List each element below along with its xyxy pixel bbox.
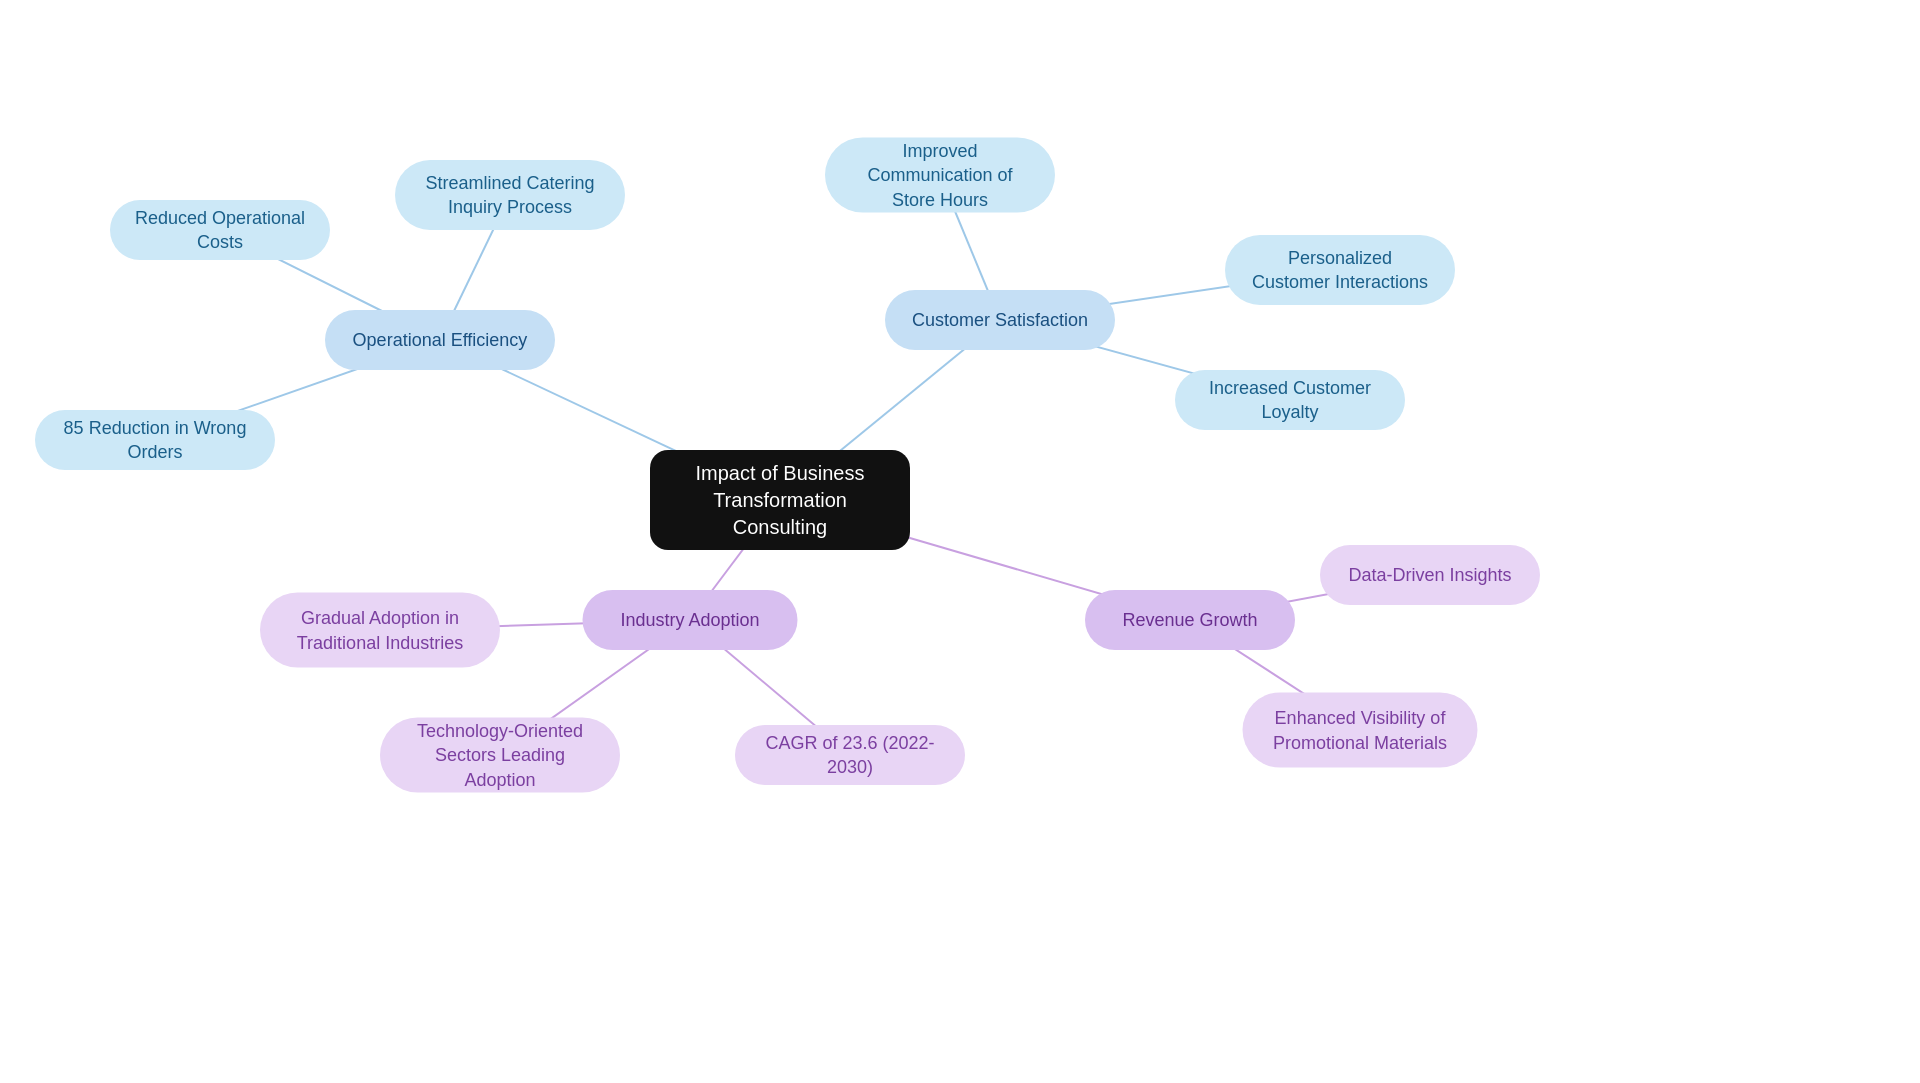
node-revenue-growth: Revenue Growth (1085, 590, 1295, 650)
node-reduced-costs: Reduced Operational Costs (110, 200, 330, 260)
node-industry-adoption: Industry Adoption (583, 590, 798, 650)
node-operational-efficiency: Operational Efficiency (325, 310, 555, 370)
node-enhanced-visibility: Enhanced Visibility of Promotional Mater… (1243, 693, 1478, 768)
node-customer-satisfaction: Customer Satisfaction (885, 290, 1115, 350)
node-streamlined-catering: Streamlined Catering Inquiry Process (395, 160, 625, 230)
center-node: Impact of Business Transformation Consul… (650, 450, 910, 550)
mindmap-container: Impact of Business Transformation Consul… (0, 0, 1920, 1083)
node-gradual-adoption: Gradual Adoption in Traditional Industri… (260, 593, 500, 668)
node-wrong-orders: 85 Reduction in Wrong Orders (35, 410, 275, 470)
node-store-hours: Improved Communication of Store Hours (825, 138, 1055, 213)
node-cagr: CAGR of 23.6 (2022-2030) (735, 725, 965, 785)
node-data-driven: Data-Driven Insights (1320, 545, 1540, 605)
node-personalized: Personalized Customer Interactions (1225, 235, 1455, 305)
node-tech-sectors: Technology-Oriented Sectors Leading Adop… (380, 718, 620, 793)
node-loyalty: Increased Customer Loyalty (1175, 370, 1405, 430)
